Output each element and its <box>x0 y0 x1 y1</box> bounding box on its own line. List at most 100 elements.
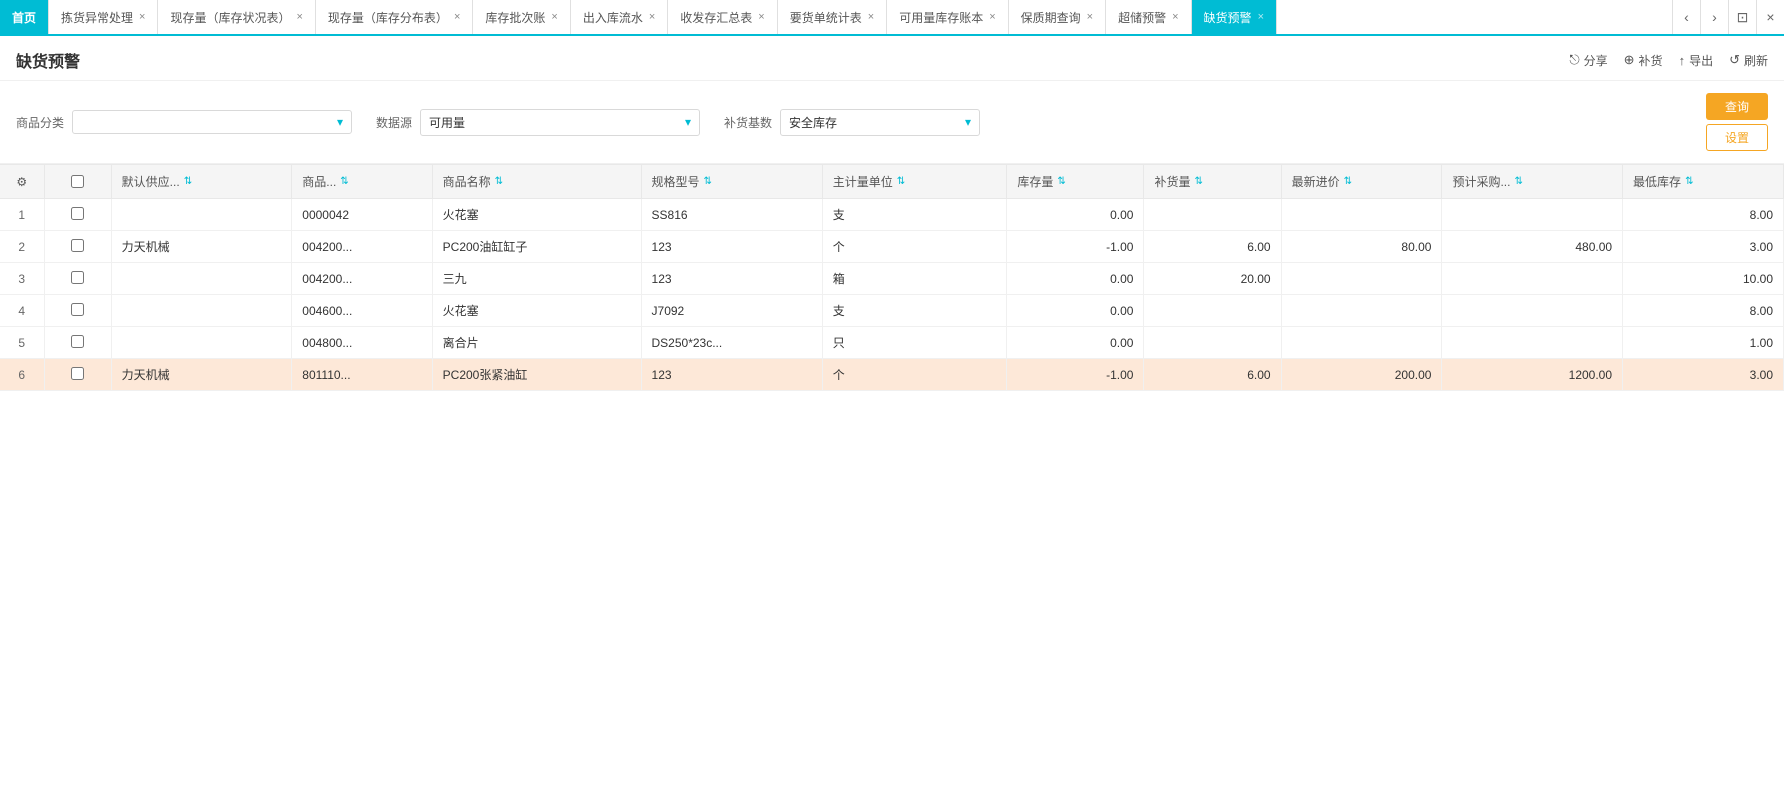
tab-overstock-close[interactable]: × <box>1172 11 1178 23</box>
row-checkbox-2[interactable] <box>44 263 111 295</box>
th-product-code[interactable]: 商品... ⇅ <box>292 165 432 199</box>
th-product-name[interactable]: 商品名称 ⇅ <box>432 165 641 199</box>
th-default-supplier-label: 默认供应... <box>122 173 180 190</box>
th-unit[interactable]: 主计量单位 ⇅ <box>822 165 1007 199</box>
th-stock[interactable]: 库存量 ⇅ <box>1007 165 1144 199</box>
row-est-purchase-0 <box>1442 199 1623 231</box>
tab-receive-summary[interactable]: 收发存汇总表 × <box>668 0 777 34</box>
sort-stock-icon: ⇅ <box>1057 176 1065 187</box>
row-supplier-2 <box>111 263 292 295</box>
row-checkbox-4[interactable] <box>44 327 111 359</box>
th-stock-label: 库存量 <box>1017 173 1053 190</box>
row-stock-0: 0.00 <box>1007 199 1144 231</box>
th-replenish-qty[interactable]: 补货量 ⇅ <box>1144 165 1281 199</box>
th-default-supplier[interactable]: 默认供应... ⇅ <box>111 165 292 199</box>
replenish-label: 补货 <box>1639 52 1663 69</box>
tab-home[interactable]: 首页 <box>0 0 49 34</box>
row-name-2: 三九 <box>432 263 641 295</box>
replenish-base-select[interactable]: 安全库存 ▾ <box>780 109 980 136</box>
replenish-icon: ⊕ <box>1624 52 1635 68</box>
th-est-purchase[interactable]: 预计采购... ⇅ <box>1442 165 1623 199</box>
table-row[interactable]: 1 0000042 火花塞 SS816 支 0.00 8.00 <box>0 199 1784 231</box>
table-row[interactable]: 3 004200... 三九 123 箱 0.00 20.00 10.00 <box>0 263 1784 295</box>
row-name-4: 离合片 <box>432 327 641 359</box>
tab-batch-account-close[interactable]: × <box>551 11 557 23</box>
tab-next-button[interactable]: › <box>1700 0 1728 34</box>
th-product-name-label: 商品名称 <box>443 173 491 190</box>
row-latest-price-0 <box>1281 199 1442 231</box>
tab-inout-flow-close[interactable]: × <box>649 11 655 23</box>
row-latest-price-4 <box>1281 327 1442 359</box>
tab-overstock[interactable]: 超储预警 × <box>1106 0 1191 34</box>
tab-batch-account[interactable]: 库存批次账 × <box>473 0 570 34</box>
row-name-1: PC200油缸缸子 <box>432 231 641 263</box>
tab-shortage-close[interactable]: × <box>1258 11 1264 23</box>
share-label: 分享 <box>1584 52 1608 69</box>
tab-inventory-dist[interactable]: 现存量（库存分布表） × <box>316 0 473 34</box>
tab-order-stats-close[interactable]: × <box>868 11 874 23</box>
sort-latest-price-icon: ⇅ <box>1344 176 1352 187</box>
datasource-select[interactable]: 可用量 ▾ <box>420 109 700 136</box>
tab-inventory-dist-close[interactable]: × <box>454 11 460 23</box>
tab-inventory-status-close[interactable]: × <box>296 11 302 23</box>
datasource-filter-label: 数据源 <box>376 114 412 131</box>
th-gear[interactable]: ⚙ <box>0 165 44 199</box>
query-button[interactable]: 查询 <box>1706 93 1768 120</box>
tab-inventory-status[interactable]: 现存量（库存状况表） × <box>158 0 315 34</box>
th-latest-price-label: 最新进价 <box>1292 173 1340 190</box>
th-replenish-qty-label: 补货量 <box>1154 173 1190 190</box>
sort-unit-icon: ⇅ <box>897 176 905 187</box>
tab-available-ledger[interactable]: 可用量库存账本 × <box>887 0 1008 34</box>
row-checkbox-3[interactable] <box>44 295 111 327</box>
th-checkbox[interactable] <box>44 165 111 199</box>
tab-receive-summary-close[interactable]: × <box>758 11 764 23</box>
tab-exception-close[interactable]: × <box>139 11 145 23</box>
tab-available-ledger-close[interactable]: × <box>989 11 995 23</box>
th-min-stock[interactable]: 最低库存 ⇅ <box>1623 165 1784 199</box>
filter-actions: 查询 设置 <box>1706 93 1768 151</box>
tab-shortage[interactable]: 缺货预警 × <box>1192 0 1277 34</box>
row-min-stock-5: 3.00 <box>1623 359 1784 391</box>
row-no-1: 2 <box>0 231 44 263</box>
row-replenish-qty-5: 6.00 <box>1144 359 1281 391</box>
table-row[interactable]: 4 004600... 火花塞 J7092 支 0.00 8.00 <box>0 295 1784 327</box>
tab-expiry-query[interactable]: 保质期查询 × <box>1009 0 1106 34</box>
settings-button[interactable]: 设置 <box>1706 124 1768 151</box>
replenish-button[interactable]: ⊕ 补货 <box>1624 52 1663 69</box>
tab-expiry-query-close[interactable]: × <box>1087 11 1093 23</box>
row-est-purchase-4 <box>1442 327 1623 359</box>
row-checkbox-1[interactable] <box>44 231 111 263</box>
tab-exception[interactable]: 拣货异常处理 × <box>49 0 158 34</box>
sort-est-purchase-icon: ⇅ <box>1514 176 1522 187</box>
share-button[interactable]: ⎋ 分享 <box>1569 52 1607 69</box>
replenish-base-filter-label: 补货基数 <box>724 114 772 131</box>
tab-home-label: 首页 <box>12 9 36 26</box>
th-spec[interactable]: 规格型号 ⇅ <box>641 165 822 199</box>
tab-order-stats[interactable]: 要货单统计表 × <box>778 0 887 34</box>
row-latest-price-5: 200.00 <box>1281 359 1442 391</box>
th-latest-price[interactable]: 最新进价 ⇅ <box>1281 165 1442 199</box>
refresh-button[interactable]: ↺ 刷新 <box>1729 52 1768 69</box>
table-row[interactable]: 6 力天机械 801110... PC200张紧油缸 123 个 -1.00 6… <box>0 359 1784 391</box>
tab-batch-account-label: 库存批次账 <box>485 9 545 26</box>
tab-prev-button[interactable]: ‹ <box>1672 0 1700 34</box>
select-all-checkbox[interactable] <box>71 175 84 188</box>
row-replenish-qty-3 <box>1144 295 1281 327</box>
row-est-purchase-5: 1200.00 <box>1442 359 1623 391</box>
tab-inout-flow[interactable]: 出入库流水 × <box>571 0 668 34</box>
row-stock-4: 0.00 <box>1007 327 1144 359</box>
table-row[interactable]: 5 004800... 离合片 DS250*23c... 只 0.00 1.00 <box>0 327 1784 359</box>
row-checkbox-5[interactable] <box>44 359 111 391</box>
row-code-4: 004800... <box>292 327 432 359</box>
row-checkbox-0[interactable] <box>44 199 111 231</box>
sort-replenish-qty-icon: ⇅ <box>1194 176 1202 187</box>
export-button[interactable]: ↑ 导出 <box>1679 52 1714 69</box>
table-row[interactable]: 2 力天机械 004200... PC200油缸缸子 123 个 -1.00 6… <box>0 231 1784 263</box>
category-select[interactable]: ▾ <box>72 110 352 134</box>
gear-settings-icon[interactable]: ⚙ <box>10 175 34 189</box>
tab-order-stats-label: 要货单统计表 <box>790 9 862 26</box>
tab-inventory-dist-label: 现存量（库存分布表） <box>328 9 448 26</box>
tab-restore-button[interactable]: ⊡ <box>1728 0 1756 34</box>
tab-close-all-button[interactable]: × <box>1756 0 1784 34</box>
row-supplier-4 <box>111 327 292 359</box>
